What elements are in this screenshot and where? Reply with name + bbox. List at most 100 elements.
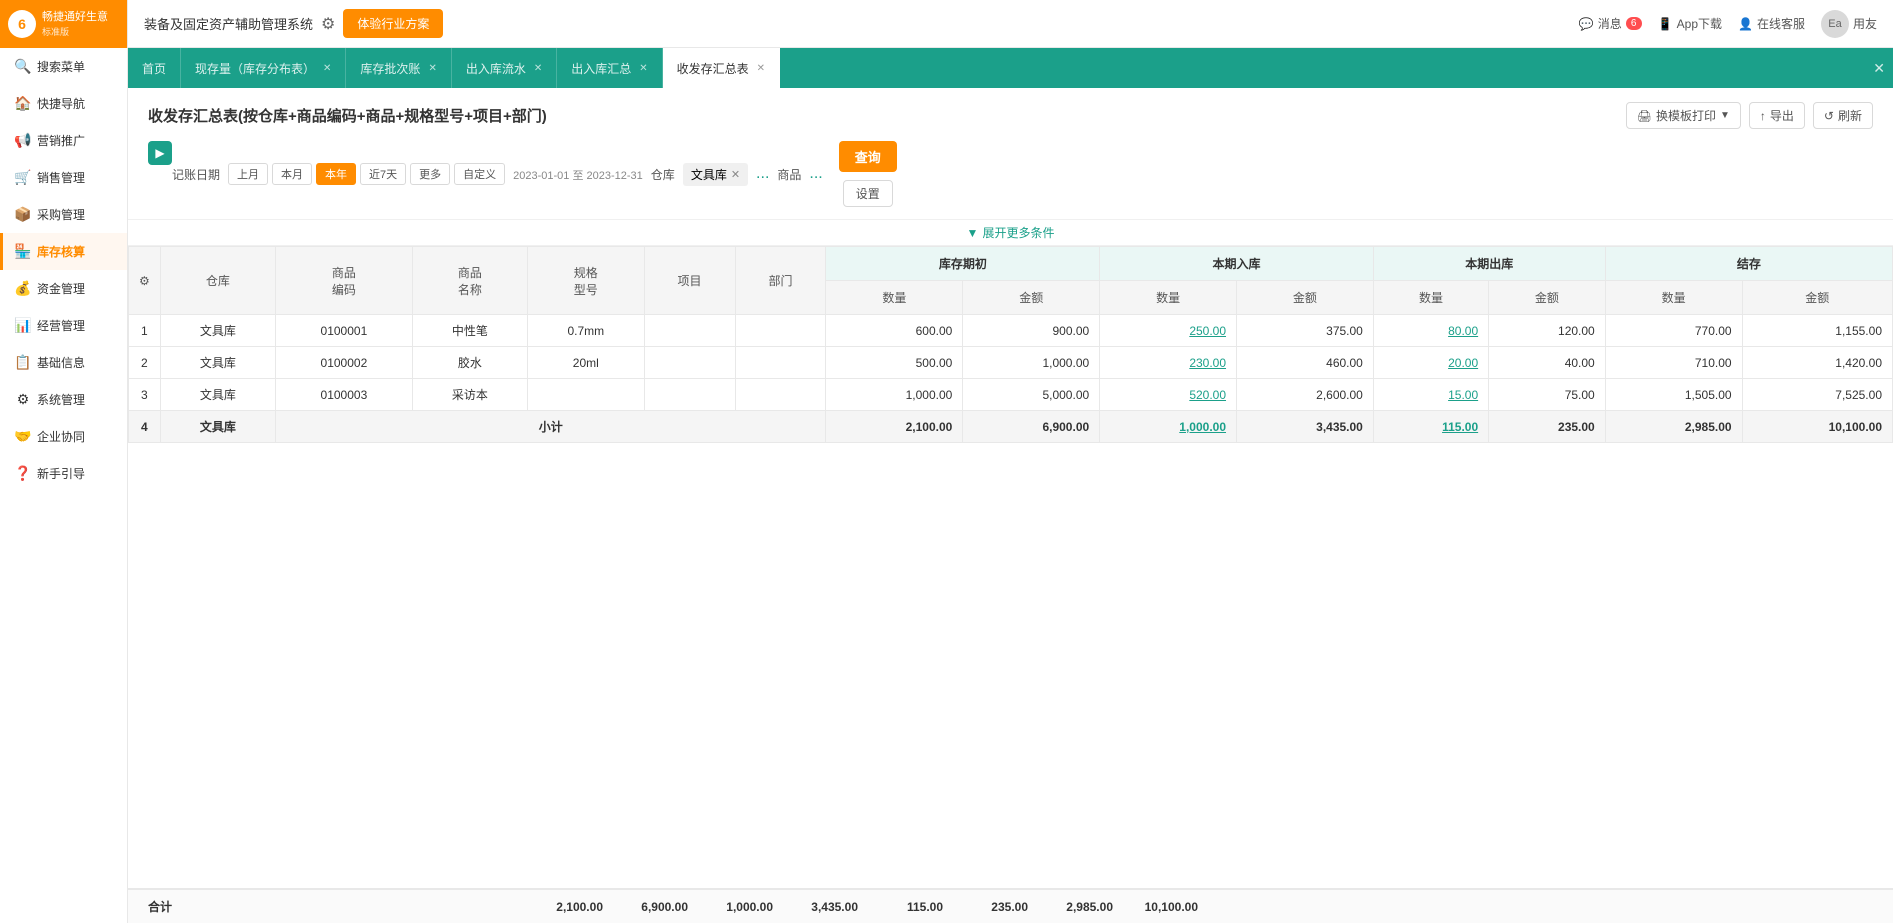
last-7days-btn[interactable]: 近7天: [360, 163, 406, 185]
total-in-qty: 1,000.00: [698, 900, 783, 914]
app-download-action[interactable]: 📱 App下载: [1658, 15, 1722, 32]
sidebar-item-sales[interactable]: 🛒销售管理: [0, 159, 127, 196]
service-icon: 👤: [1738, 17, 1753, 31]
top-header: 装备及固定资产辅助管理系统 ⚙ 体验行业方案 💬 消息 6 📱 App下载 👤 …: [128, 0, 1893, 48]
tab-close-recv_summary[interactable]: ✕: [757, 63, 765, 74]
sidebar-item-system[interactable]: ⚙系统管理: [0, 381, 127, 418]
tab-inout_flow[interactable]: 出入库流水✕: [452, 48, 557, 88]
sidebar-item-newbie[interactable]: ❓新手引导: [0, 455, 127, 492]
row-in-qty[interactable]: 250.00: [1100, 315, 1237, 347]
last-month-btn[interactable]: 上月: [228, 163, 268, 185]
row-warehouse: 文具库: [160, 315, 275, 347]
date-filter-group: 记账日期 上月 本月 本年 近7天 更多 自定义 2023-01-01 至 20…: [172, 163, 643, 185]
set-button[interactable]: 设置: [843, 180, 893, 207]
sidebar-item-search[interactable]: 🔍搜索菜单: [0, 48, 127, 85]
subtotal-out-qty[interactable]: 115.00: [1373, 411, 1488, 443]
tab-close-inout_flow[interactable]: ✕: [534, 63, 542, 74]
subtotal-warehouse: 文具库: [160, 411, 275, 443]
row-open-amt: 5,000.00: [963, 379, 1100, 411]
refresh-button[interactable]: ↺ 刷新: [1813, 102, 1873, 129]
tab-batch[interactable]: 库存批次账✕: [346, 48, 451, 88]
table-container: ⚙ 仓库 商品编码 商品名称 规格型号 项目 部门 库存期初 本期入库 本期出库…: [128, 246, 1893, 888]
totals-values: 2,100.00 6,900.00 1,000.00 3,435.00 115.…: [528, 900, 1208, 914]
sidebar-item-purchase[interactable]: 📦采购管理: [0, 196, 127, 233]
row-out-qty[interactable]: 20.00: [1373, 347, 1488, 379]
query-button[interactable]: 查询: [839, 141, 897, 172]
totals-bar: 合计 2,100.00 6,900.00 1,000.00 3,435.00 1…: [128, 888, 1893, 923]
warehouse-label: 仓库: [651, 166, 675, 183]
search-icon: 🔍: [15, 59, 31, 75]
total-out-qty: 115.00: [868, 900, 953, 914]
open-qty-header: 数量: [826, 281, 963, 315]
custom-btn[interactable]: 自定义: [454, 163, 505, 185]
try-industry-button[interactable]: 体验行业方案: [343, 9, 443, 38]
quick-icon: 🏠: [15, 96, 31, 112]
operations-icon: 📊: [15, 318, 31, 334]
tab-inventory[interactable]: 现存量（库存分布表）✕: [181, 48, 346, 88]
basic_info-icon: 📋: [15, 355, 31, 371]
tab-inout_summary[interactable]: 出入库汇总✕: [557, 48, 662, 88]
tab-close-batch[interactable]: ✕: [428, 63, 436, 74]
dept-col-header: 部门: [735, 247, 826, 315]
open-amt-header: 金额: [963, 281, 1100, 315]
sidebar-item-label-inventory_mgmt: 库存核算: [37, 243, 85, 260]
sidebar-item-operations[interactable]: 📊 经营管理: [0, 307, 127, 344]
tab-close-inventory[interactable]: ✕: [323, 63, 331, 74]
app-download-label: App下载: [1677, 15, 1722, 32]
row-code: 0100002: [275, 347, 412, 379]
warehouse-filter-dots[interactable]: ...: [756, 165, 769, 183]
row-out-qty[interactable]: 15.00: [1373, 379, 1488, 411]
warehouse-filter-group: 仓库 文具库 ✕ ...: [651, 163, 770, 186]
online-service-action[interactable]: 👤 在线客服: [1738, 15, 1805, 32]
this-month-btn[interactable]: 本月: [272, 163, 312, 185]
sidebar-item-quick[interactable]: 🏠快捷导航: [0, 85, 127, 122]
tab-label-home: 首页: [142, 60, 166, 77]
total-in-amt: 3,435.00: [783, 900, 868, 914]
warehouse-col-header: 仓库: [160, 247, 275, 315]
spec-col-header: 规格型号: [528, 247, 645, 315]
expand-more-button[interactable]: ▼ 展开更多条件: [967, 224, 1055, 241]
close-all-tabs-icon[interactable]: ✕: [1865, 60, 1893, 77]
more-btn[interactable]: 更多: [410, 163, 450, 185]
export-button[interactable]: ↑ 导出: [1749, 102, 1805, 129]
sidebar-item-label-operations: 经营管理: [37, 317, 85, 334]
settings-gear-icon[interactable]: ⚙: [321, 14, 335, 34]
row-in-qty[interactable]: 520.00: [1100, 379, 1237, 411]
sidebar-item-enterprise[interactable]: 🤝企业协同: [0, 418, 127, 455]
print-dropdown-icon: ▼: [1720, 110, 1730, 121]
row-close-amt: 1,155.00: [1742, 315, 1892, 347]
tab-close-inout_summary[interactable]: ✕: [639, 63, 647, 74]
sidebar-item-finance[interactable]: 💰资金管理: [0, 270, 127, 307]
row-no: 1: [129, 315, 161, 347]
logo-text: 畅捷通好生意: [42, 10, 108, 24]
row-project: [644, 315, 735, 347]
warehouse-tag-close[interactable]: ✕: [731, 168, 740, 181]
this-year-btn[interactable]: 本年: [316, 163, 356, 185]
row-name: 采访本: [412, 379, 527, 411]
subtotal-in-qty[interactable]: 1,000.00: [1100, 411, 1237, 443]
close-amt-header: 金额: [1742, 281, 1892, 315]
sidebar-item-basic_info[interactable]: 📋基础信息: [0, 344, 127, 381]
marketing_promo-icon: 📢: [15, 133, 31, 149]
tab-recv_summary[interactable]: 收发存汇总表✕: [663, 48, 780, 88]
product-filter-dots[interactable]: ...: [809, 165, 822, 183]
expand-more-section: ▼ 展开更多条件: [128, 220, 1893, 246]
sidebar-item-inventory_mgmt[interactable]: 🏪库存核算: [0, 233, 127, 270]
row-close-qty: 1,505.00: [1605, 379, 1742, 411]
row-close-amt: 7,525.00: [1742, 379, 1892, 411]
date-label: 记账日期: [172, 166, 220, 183]
row-out-qty[interactable]: 80.00: [1373, 315, 1488, 347]
tab-home[interactable]: 首页: [128, 48, 181, 88]
sidebar-item-marketing_promo[interactable]: 📢营销推广: [0, 122, 127, 159]
subtotal-in-amt: 3,435.00: [1237, 411, 1374, 443]
user-action[interactable]: Ea 用友: [1821, 10, 1877, 38]
sidebar-item-label-newbie: 新手引导: [37, 465, 85, 482]
row-in-qty[interactable]: 230.00: [1100, 347, 1237, 379]
print-button[interactable]: 🖨 换模板打印 ▼: [1626, 102, 1741, 129]
sidebar-logo: 6 畅捷通好生意 标准版: [0, 0, 127, 48]
settings-col-header[interactable]: ⚙: [129, 247, 161, 315]
filter-toggle-button[interactable]: ▶: [148, 141, 172, 165]
message-icon: 💬: [1579, 17, 1594, 31]
messages-action[interactable]: 💬 消息 6: [1579, 15, 1642, 32]
export-icon: ↑: [1760, 109, 1766, 123]
